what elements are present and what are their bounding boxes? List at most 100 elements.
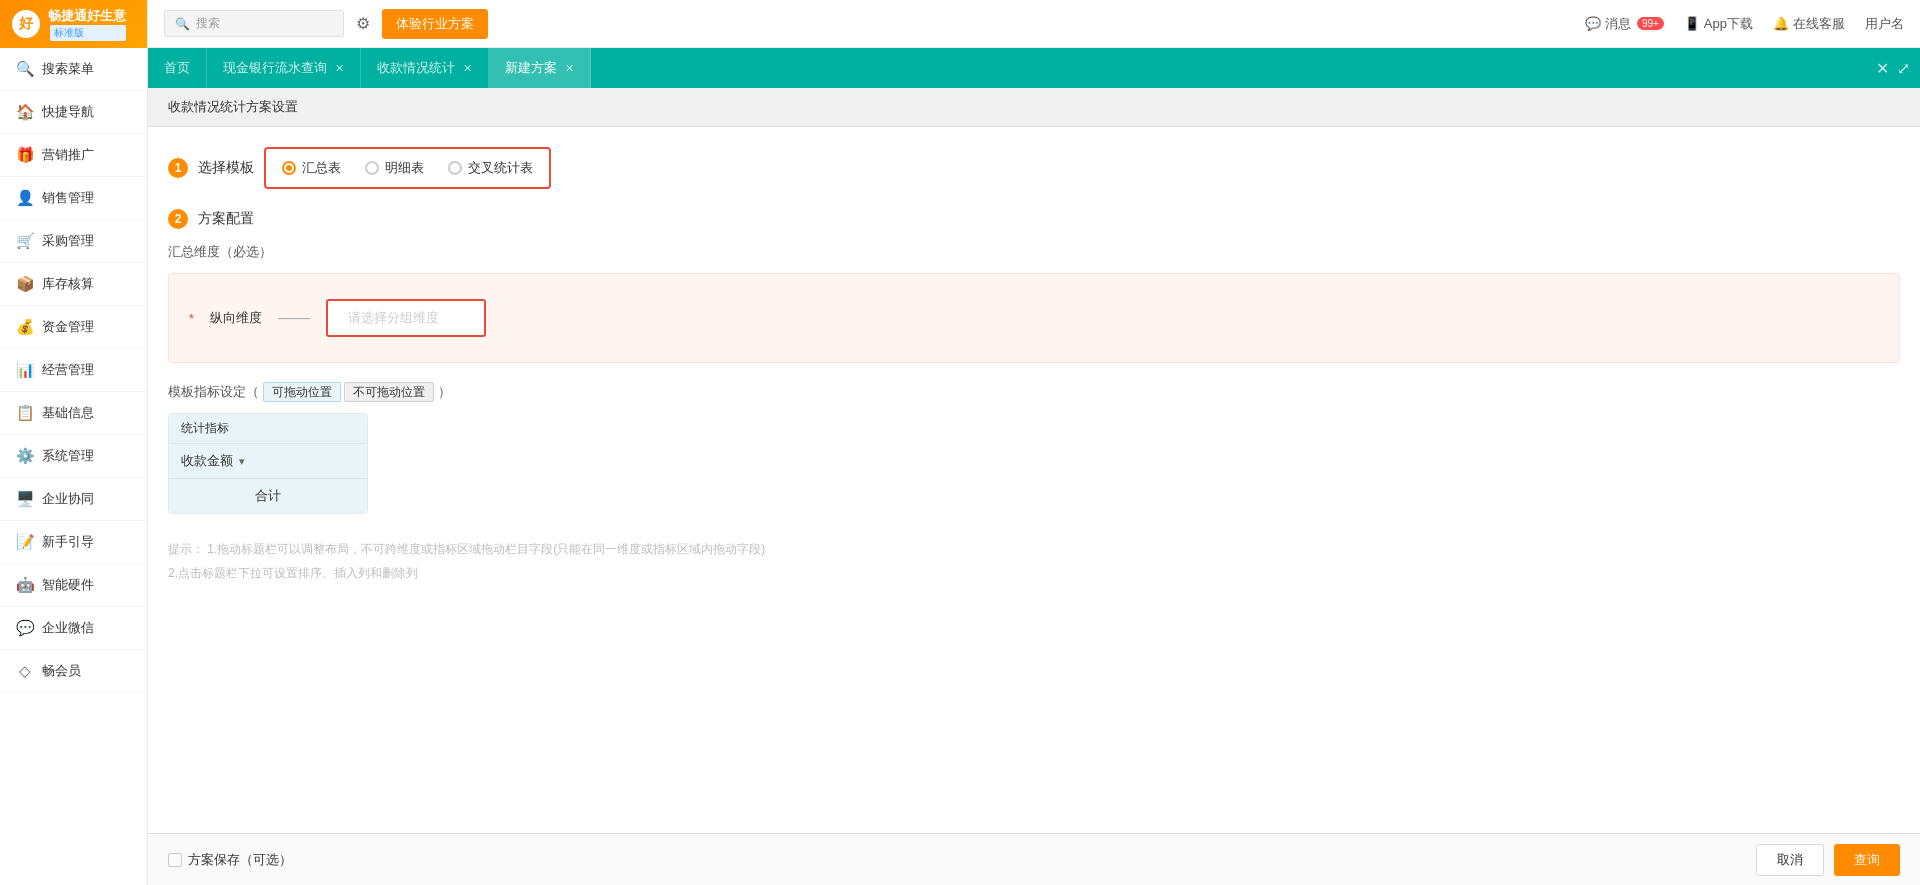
tip1: 提示： 1.拖动标题栏可以调整布局，不可跨维度或指标区域拖动栏目字段(只能在同一… [168,537,1900,561]
page-title: 收款情况统计方案设置 [168,99,298,114]
service-label: 在线客服 [1793,15,1845,33]
tab-new-plan[interactable]: 新建方案 ✕ [489,48,591,88]
sidebar-item-member[interactable]: ◇ 畅会员 [0,650,147,693]
sidebar-item-quick-nav[interactable]: 🏠 快捷导航 [0,91,147,134]
sidebar-item-guide[interactable]: 📝 新手引导 [0,521,147,564]
vertical-dim-label: 纵向维度 [210,309,262,327]
logo-icon: 好 [12,10,40,38]
radio-summary-circle [282,161,296,175]
tab-receipt-stats[interactable]: 收款情况统计 ✕ [361,48,489,88]
step2-section: 2 方案配置 汇总维度（必选） * 纵向维度 —— 请选择分组维度 [168,209,1900,585]
tab-new-plan-close[interactable]: ✕ [565,62,574,75]
metrics-dropdown-icon[interactable]: ▾ [239,455,245,468]
bottom-bar: 方案保存（可选） 取消 查询 [148,833,1920,885]
main-area: 🔍 搜索 ⚙ 体验行业方案 💬 消息 99+ 📱 App下载 🔔 在线客服 用户… [148,0,1920,885]
sidebar-item-label: 库存核算 [42,275,94,293]
sidebar-nav: 🔍 搜索菜单 🏠 快捷导航 🎁 营销推广 👤 销售管理 🛒 采购管理 📦 库存核… [0,48,147,885]
gift-icon: 🎁 [16,146,34,164]
sidebar-item-label: 搜索菜单 [42,60,94,78]
sidebar-item-label: 经营管理 [42,361,94,379]
industry-btn[interactable]: 体验行业方案 [382,9,488,39]
maximize-icon[interactable]: ⤢ [1897,59,1910,78]
step2-badge: 2 [168,209,188,229]
step1-title: 选择模板 [198,159,254,177]
step1-badge: 1 [168,158,188,178]
tab-receipt-stats-close[interactable]: ✕ [463,62,472,75]
metrics-table: 统计指标 收款金额 ▾ 合计 [168,413,368,514]
sidebar-item-label: 畅会员 [42,662,81,680]
hardware-icon: 🤖 [16,576,34,594]
sidebar-item-cooperation[interactable]: 🖥️ 企业协同 [0,478,147,521]
config-section: 汇总维度（必选） * 纵向维度 —— 请选择分组维度 [168,243,1900,585]
download-item[interactable]: 📱 App下载 [1684,15,1753,33]
search-menu-icon: 🔍 [16,60,34,78]
username-item[interactable]: 用户名 [1865,15,1904,33]
cancel-button[interactable]: 取消 [1756,844,1824,876]
gear-icon[interactable]: ⚙ [356,14,370,33]
service-item[interactable]: 🔔 在线客服 [1773,15,1845,33]
sidebar-item-label: 快捷导航 [42,103,94,121]
sidebar-item-capital[interactable]: 💰 资金管理 [0,306,147,349]
metrics-close-paren: ） [438,384,451,399]
search-bar[interactable]: 🔍 搜索 [164,10,344,37]
tab-receipt-stats-label: 收款情况统计 [377,59,455,77]
required-star: * [189,311,194,326]
metrics-total-label: 合计 [255,488,281,503]
message-item[interactable]: 💬 消息 99+ [1585,15,1664,33]
radio-detail-circle [365,161,379,175]
metrics-cell-total: 合计 [169,479,367,513]
close-window-icon[interactable]: ✕ [1876,59,1889,78]
sidebar-item-label: 企业协同 [42,490,94,508]
tab-bar: 首页 现金银行流水查询 ✕ 收款情况统计 ✕ 新建方案 ✕ ✕ ⤢ [148,48,1920,88]
query-button[interactable]: 查询 [1834,844,1900,876]
tab-bank-flow[interactable]: 现金银行流水查询 ✕ [207,48,361,88]
radio-detail[interactable]: 明细表 [365,159,424,177]
sidebar-item-search-menu[interactable]: 🔍 搜索菜单 [0,48,147,91]
save-checkbox[interactable] [168,853,182,867]
dimension-select-placeholder: 请选择分组维度 [348,310,439,325]
sidebar-item-label: 营销推广 [42,146,94,164]
sidebar-item-inventory[interactable]: 📦 库存核算 [0,263,147,306]
guide-icon: 📝 [16,533,34,551]
basic-info-icon: 📋 [16,404,34,422]
tab-new-plan-label: 新建方案 [505,59,557,77]
wechat-icon: 💬 [16,619,34,637]
fixed-legend-item: 不可拖动位置 [344,382,434,402]
metrics-label-start: 模板指标设定（ [168,384,259,399]
message-badge: 99+ [1637,17,1664,30]
page-container: 收款情况统计方案设置 1 选择模板 汇总表 [148,88,1920,833]
save-option[interactable]: 方案保存（可选） [168,851,292,869]
metrics-revenue-label: 收款金额 [181,452,233,470]
sidebar-item-purchase[interactable]: 🛒 采购管理 [0,220,147,263]
sidebar-item-hardware[interactable]: 🤖 智能硬件 [0,564,147,607]
management-icon: 📊 [16,361,34,379]
metrics-cell-revenue[interactable]: 收款金额 ▾ [169,444,367,479]
message-label: 消息 [1605,15,1631,33]
sidebar-item-wechat[interactable]: 💬 企业微信 [0,607,147,650]
radio-cross-circle [448,161,462,175]
radio-detail-label: 明细表 [385,159,424,177]
tip2: 2.点击标题栏下拉可设置排序、插入列和删除列 [168,561,1900,585]
dimension-select[interactable]: 请选择分组维度 [326,299,486,337]
service-icon: 🔔 [1773,16,1789,31]
radio-cross-label: 交叉统计表 [468,159,533,177]
metrics-settings-title: 模板指标设定（ 可拖动位置 不可拖动位置 ） [168,383,1900,401]
tab-bank-flow-close[interactable]: ✕ [335,62,344,75]
sidebar: 好 畅捷通好生意 标准版 🔍 搜索菜单 🏠 快捷导航 🎁 营销推广 👤 销售管理… [0,0,148,885]
cooperation-icon: 🖥️ [16,490,34,508]
sidebar-item-management[interactable]: 📊 经营管理 [0,349,147,392]
capital-icon: 💰 [16,318,34,336]
sidebar-item-basic-info[interactable]: 📋 基础信息 [0,392,147,435]
radio-summary[interactable]: 汇总表 [282,159,341,177]
tab-home[interactable]: 首页 [148,48,207,88]
message-icon: 💬 [1585,16,1601,31]
sidebar-item-marketing[interactable]: 🎁 营销推广 [0,134,147,177]
sidebar-item-label: 销售管理 [42,189,94,207]
sidebar-item-sales[interactable]: 👤 销售管理 [0,177,147,220]
tab-home-label: 首页 [164,59,190,77]
page-body: 1 选择模板 汇总表 明细表 [148,127,1920,625]
radio-cross[interactable]: 交叉统计表 [448,159,533,177]
sidebar-item-system[interactable]: ⚙️ 系统管理 [0,435,147,478]
metrics-settings-section: 模板指标设定（ 可拖动位置 不可拖动位置 ） 统计指标 收款金额 ▾ [168,383,1900,517]
download-label: App下载 [1704,15,1753,33]
